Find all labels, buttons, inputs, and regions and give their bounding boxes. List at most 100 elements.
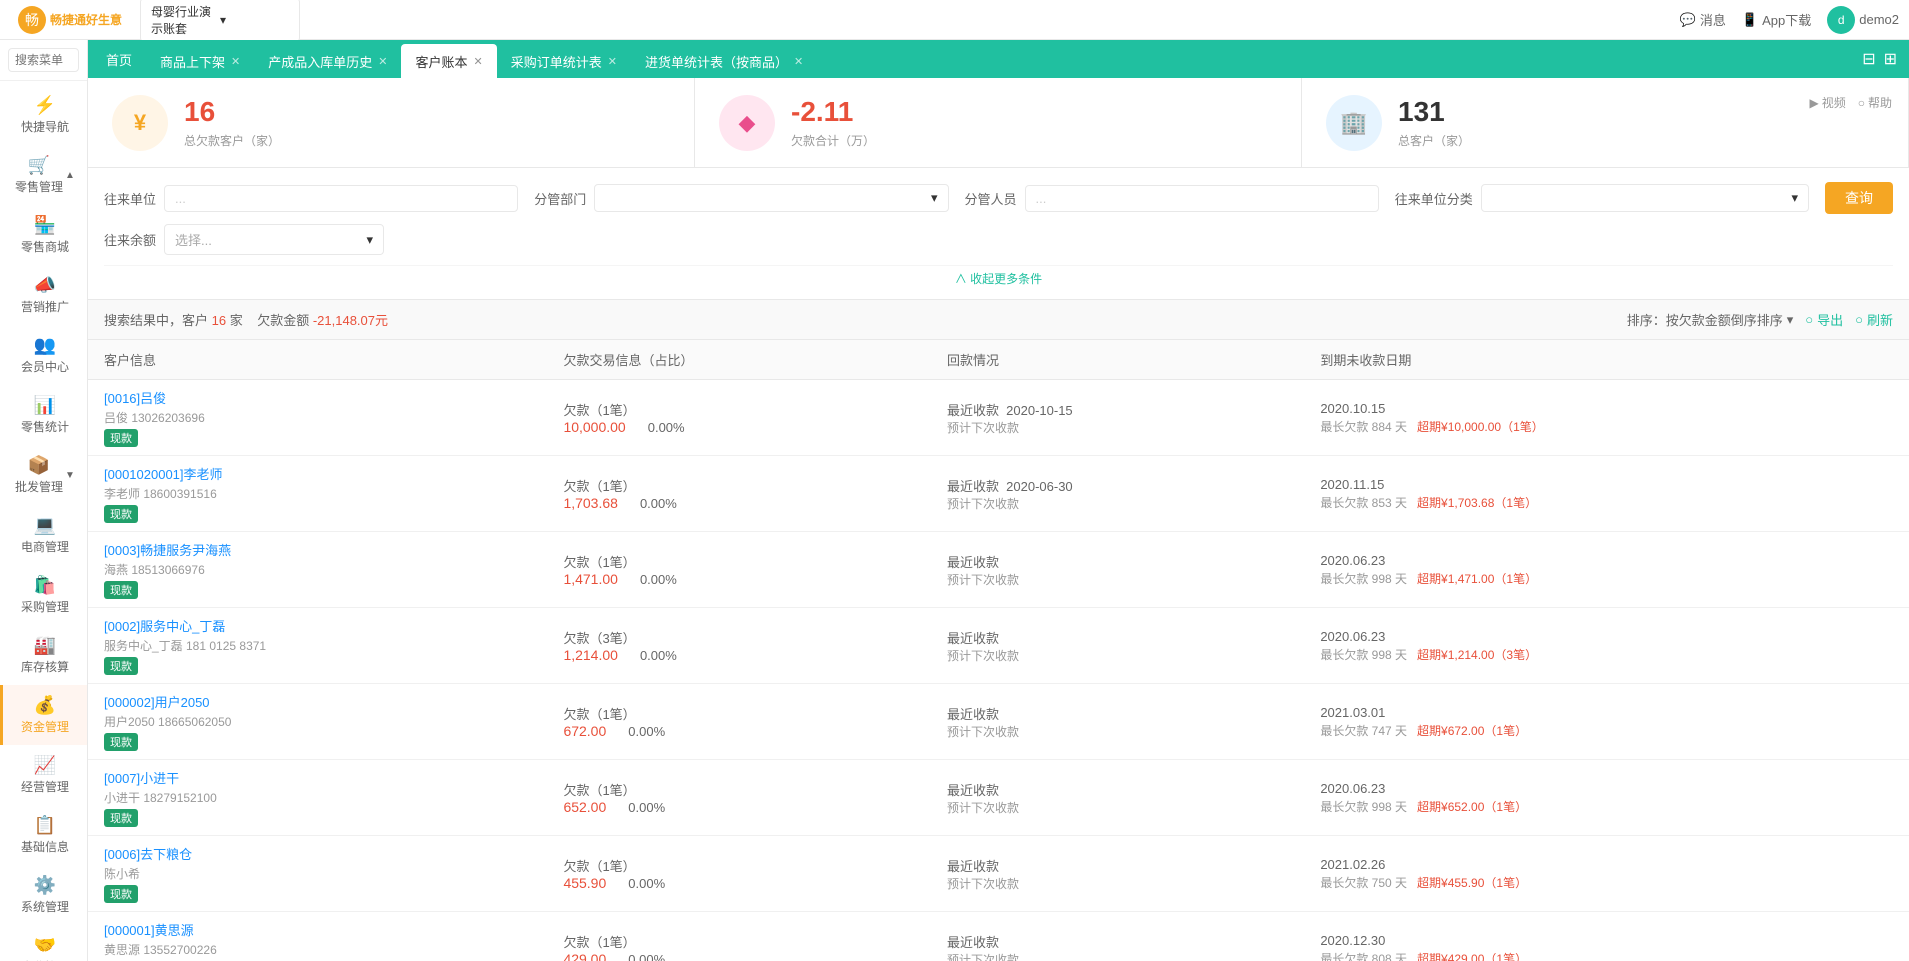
person-input[interactable]: ... — [1025, 185, 1379, 212]
sidebar-item-system[interactable]: ⚙️ 系统管理 — [0, 865, 87, 925]
customer-name[interactable]: [0003]畅捷服务尹海燕 — [104, 543, 231, 558]
sidebar-item-retail-stats[interactable]: 📊 零售统计 — [0, 385, 87, 445]
recent-payment: 最近收款 — [947, 856, 1288, 875]
balance-select[interactable]: 选择... ▾ — [164, 224, 384, 255]
overdue-date: 2020.11.15 — [1320, 477, 1893, 492]
table-row: [0002]服务中心_丁磊 服务中心_丁磊 181 0125 8371 现款 欠… — [88, 608, 1909, 684]
recent-payment: 最近收款 — [947, 932, 1288, 951]
overdue-date: 2020.10.15 — [1320, 401, 1893, 416]
debt-info-cell: 欠款（1笔） 455.90 0.00% — [547, 836, 931, 912]
tab-inventory-stats[interactable]: 进货单统计表（按商品） ✕ — [631, 44, 817, 78]
tab-collapse-icon[interactable]: ⊟ — [1862, 49, 1875, 69]
customer-name[interactable]: [000002]用户2050 — [104, 695, 210, 710]
sidebar-item-ecommerce[interactable]: 💻 电商管理 — [0, 505, 87, 565]
due-date-cell: 2020.10.15 最长欠款 884 天 超期¥10,000.00（1笔） — [1304, 380, 1909, 456]
sidebar-item-retail-mall[interactable]: 🏪 零售商城 — [0, 205, 87, 265]
video-link[interactable]: ▶ 视频 — [1809, 94, 1845, 111]
tab-purchase-order[interactable]: 采购订单统计表 ✕ — [497, 44, 631, 78]
tab-home[interactable]: 首页 — [92, 40, 146, 78]
overdue-link[interactable]: 超期¥1,214.00（3笔） — [1417, 648, 1537, 662]
close-icon[interactable]: ✕ — [378, 55, 387, 68]
sidebar-item-marketing[interactable]: 📣 营销推广 — [0, 265, 87, 325]
tab-production-history[interactable]: 产成品入库单历史 ✕ — [254, 44, 401, 78]
customer-name[interactable]: [0002]服务中心_丁磊 — [104, 619, 225, 634]
diamond-icon: ◆ — [719, 95, 775, 151]
overdue-link[interactable]: 超期¥672.00（1笔） — [1417, 724, 1527, 738]
close-icon[interactable]: ✕ — [474, 55, 483, 68]
table-header-row: 客户信息 欠款交易信息（占比） 回款情况 到期未收款日期 — [88, 340, 1909, 380]
export-icon: ○ — [1805, 312, 1813, 327]
close-icon[interactable]: ✕ — [608, 55, 617, 68]
customer-name[interactable]: [0006]去下粮仓 — [104, 847, 192, 862]
search-button[interactable]: 查询 — [1825, 182, 1893, 214]
customer-name[interactable]: [0001020001]李老师 — [104, 467, 223, 482]
close-icon[interactable]: ✕ — [794, 55, 803, 68]
sidebar-item-enterprise[interactable]: 🤝 企业协同 — [0, 925, 87, 961]
tab-product-shelf[interactable]: 商品上下架 ✕ — [146, 44, 254, 78]
close-icon[interactable]: ✕ — [231, 55, 240, 68]
debt-ratio: 0.00% — [640, 496, 677, 511]
from-unit-label: 往来单位 — [104, 189, 156, 208]
unit-class-select[interactable]: ▾ — [1481, 184, 1809, 212]
sidebar-item-operation[interactable]: 📈 经营管理 — [0, 745, 87, 805]
col-customer-info: 客户信息 — [88, 340, 547, 380]
customer-info-cell: [0002]服务中心_丁磊 服务中心_丁磊 181 0125 8371 现款 — [88, 608, 547, 684]
sidebar-item-inventory[interactable]: 🏭 库存核算 — [0, 625, 87, 685]
sidebar-item-label: 会员中心 — [11, 358, 79, 375]
yuan-icon: ¥ — [112, 95, 168, 151]
debt-count: 欠款（1笔） — [563, 704, 915, 723]
table-row: [000001]黄思源 黄思源 13552700226 现款 欠款（1笔） 42… — [88, 912, 1909, 961]
overdue-link[interactable]: 超期¥1,703.68（1笔） — [1417, 496, 1537, 510]
stat-text: -2.11 欠款合计（万） — [791, 96, 875, 149]
customer-meta: 小进干 18279152100 — [104, 789, 531, 806]
export-label: 导出 — [1817, 310, 1843, 329]
tab-customer-account[interactable]: 客户账本 ✕ — [401, 44, 496, 78]
overdue-info: 最长欠款 998 天 超期¥1,471.00（1笔） — [1320, 570, 1893, 587]
sidebar-item-batch-mgmt[interactable]: 📦 批发管理 ▼ — [0, 445, 87, 505]
col-due-date: 到期未收款日期 — [1304, 340, 1909, 380]
customer-name[interactable]: [0007]小进干 — [104, 771, 179, 786]
sidebar: ⚡ 快捷导航 🛒 零售管理 ▲ 🏪 零售商城 📣 营销推广 — [0, 40, 88, 961]
refresh-button[interactable]: ○ 刷新 — [1855, 310, 1893, 329]
sidebar-item-label: 零售商城 — [11, 238, 79, 255]
sidebar-item-member[interactable]: 👥 会员中心 — [0, 325, 87, 385]
app-download-btn[interactable]: 📱 App下载 — [1742, 10, 1811, 29]
filter-balance: 往来余额 选择... ▾ — [104, 224, 384, 255]
search-input[interactable] — [8, 48, 79, 72]
customer-name[interactable]: [000001]黄思源 — [104, 923, 194, 938]
table-container: 客户信息 欠款交易信息（占比） 回款情况 到期未收款日期 [0016]吕俊 吕俊… — [88, 340, 1909, 961]
overdue-link[interactable]: 超期¥652.00（1笔） — [1417, 800, 1527, 814]
sidebar-item-base-info[interactable]: 📋 基础信息 — [0, 805, 87, 865]
sidebar-item-finance[interactable]: 💰 资金管理 — [0, 685, 87, 745]
tab-bar: 首页 商品上下架 ✕ 产成品入库单历史 ✕ 客户账本 ✕ 采购订单统计表 ✕ — [88, 40, 1909, 78]
sidebar-item-purchase[interactable]: 🛍️ 采购管理 — [0, 565, 87, 625]
from-unit-input[interactable]: ... — [164, 185, 518, 212]
collapse-button[interactable]: ∧ 收起更多条件 — [104, 265, 1893, 291]
export-button[interactable]: ○ 导出 — [1805, 310, 1843, 329]
overdue-link[interactable]: 超期¥10,000.00（1笔） — [1417, 420, 1544, 434]
sidebar-item-retail-mgmt[interactable]: 🛒 零售管理 ▲ — [0, 145, 87, 205]
dept-select[interactable]: ▾ — [594, 184, 948, 212]
recent-payment: 最近收款 — [947, 628, 1288, 647]
sidebar-item-quick-nav[interactable]: ⚡ 快捷导航 — [0, 85, 87, 145]
customer-meta: 吕俊 13026203696 — [104, 409, 531, 426]
chevron-down-icon: ▾ — [931, 190, 938, 206]
next-payment: 预计下次收款 — [947, 951, 1288, 961]
stat-debt-amount: ◆ -2.11 欠款合计（万） — [695, 78, 1302, 167]
overdue-link[interactable]: 超期¥455.90（1笔） — [1417, 876, 1527, 890]
sort-button[interactable]: 排序：按欠款金额倒序排序 ▾ — [1627, 310, 1794, 329]
customer-name[interactable]: [0016]吕俊 — [104, 391, 166, 406]
chevron-down-icon: ▾ — [1791, 190, 1798, 206]
overdue-link[interactable]: 超期¥1,471.00（1笔） — [1417, 572, 1537, 586]
table-head: 客户信息 欠款交易信息（占比） 回款情况 到期未收款日期 — [88, 340, 1909, 380]
message-btn[interactable]: 💬 消息 — [1680, 10, 1726, 29]
payment-status-cell: 最近收款 2020-06-30 预计下次收款 — [931, 456, 1304, 532]
customer-meta: 陈小希 — [104, 865, 531, 882]
tab-expand-icon[interactable]: ⊞ — [1884, 49, 1897, 69]
help-link[interactable]: ○ 帮助 — [1858, 94, 1892, 111]
debt-info-cell: 欠款（1笔） 429.00 0.00% — [547, 912, 931, 961]
user-avatar-btn[interactable]: d demo2 — [1827, 6, 1899, 34]
store-selector[interactable]: 母婴行业演示账套 ▾ — [140, 0, 300, 42]
sidebar-item-label: 电商管理 — [11, 538, 79, 555]
overdue-link[interactable]: 超期¥429.00（1笔） — [1417, 952, 1527, 961]
